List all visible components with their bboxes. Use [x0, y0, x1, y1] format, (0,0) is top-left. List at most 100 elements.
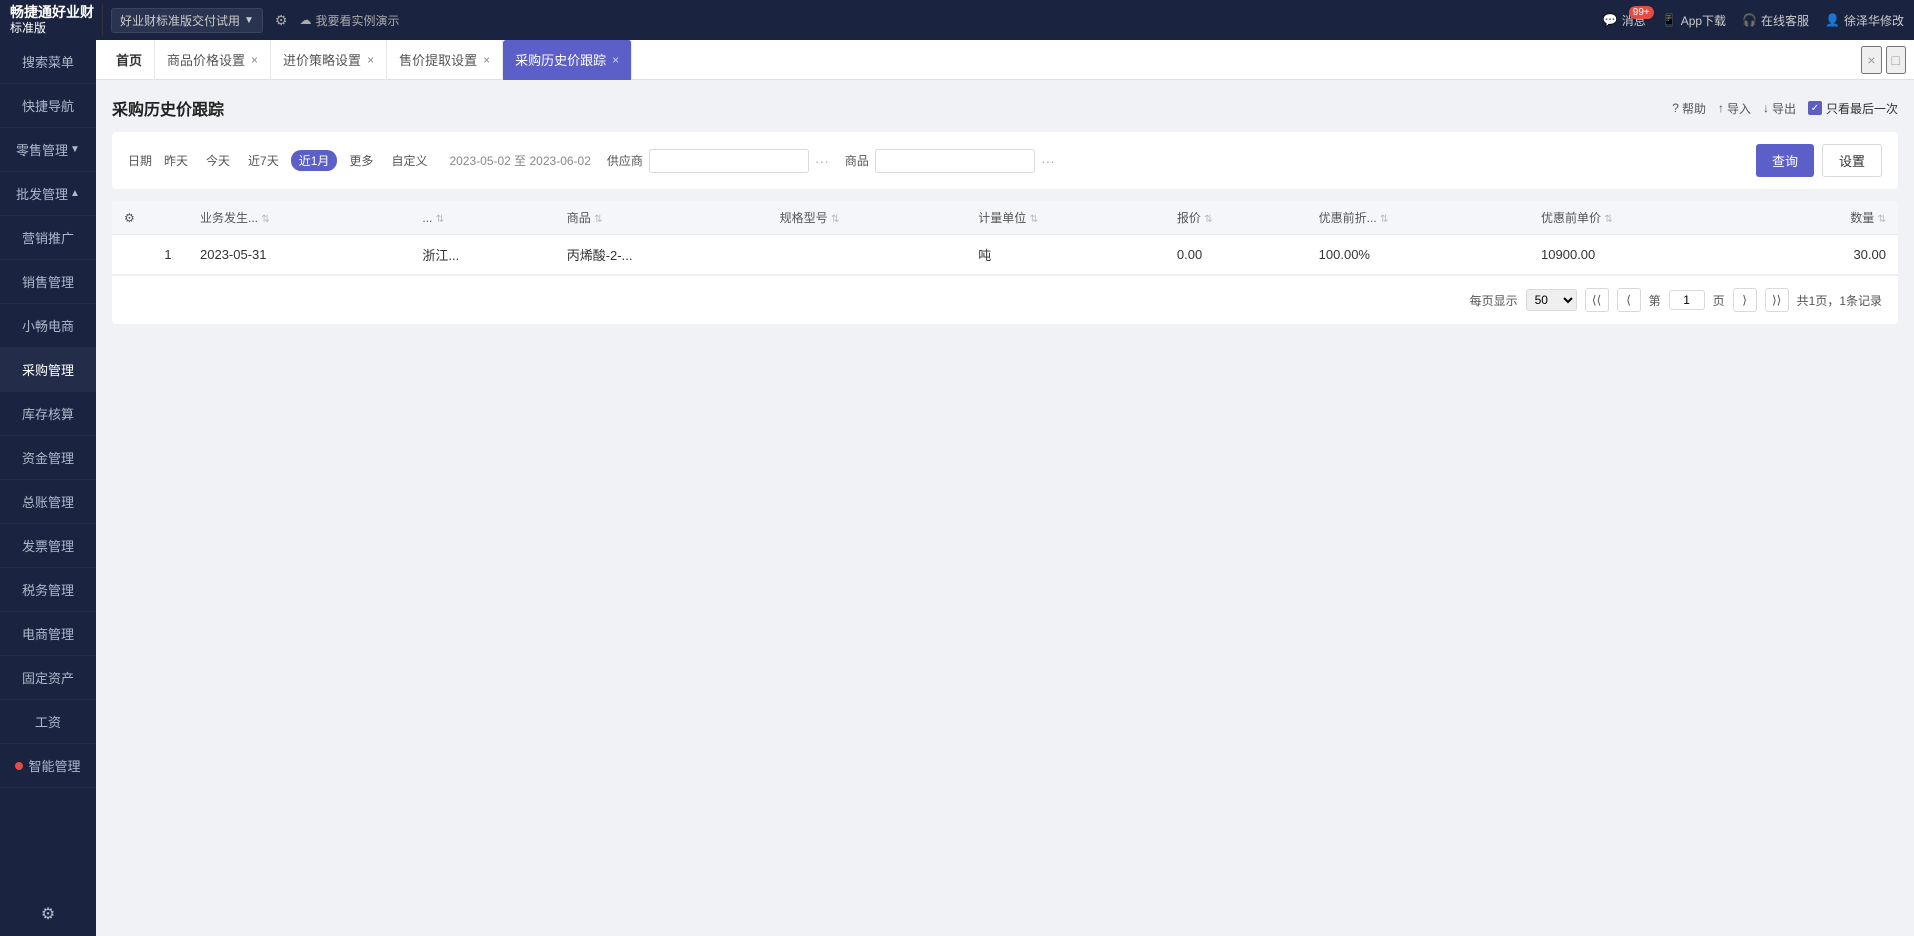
help-button[interactable]: ? 帮助	[1672, 100, 1706, 117]
sidebar-item-salary[interactable]: 工资	[0, 700, 96, 744]
online-service-button[interactable]: 🎧 在线客服	[1742, 12, 1809, 29]
per-page-select[interactable]: 50 20 100	[1526, 289, 1577, 311]
sidebar-label-ecommerce-small: 小畅电商	[4, 316, 92, 335]
page-title: 采购历史价跟踪	[112, 96, 224, 120]
th-quantity[interactable]: 数量 ⇅	[1756, 201, 1898, 235]
sidebar-item-retail[interactable]: 零售管理 ▼	[0, 128, 96, 172]
supplier-input[interactable]	[649, 149, 809, 173]
page-header: 采购历史价跟踪 ? 帮助 ↑ 导入 ↓ 导出 ✓	[112, 96, 1898, 120]
gear-icon[interactable]: ⚙	[124, 211, 135, 225]
message-button[interactable]: 💬 消息 99+	[1603, 12, 1646, 29]
th-pre-discount-price-label: 优惠前单价	[1541, 211, 1601, 225]
sidebar-item-wholesale[interactable]: 批发管理 ▲	[0, 172, 96, 216]
tab-sale[interactable]: 售价提取设置 ×	[387, 40, 503, 80]
app-download-label: App下载	[1681, 12, 1726, 29]
sidebar-item-smart-mgmt[interactable]: 智能管理	[0, 744, 96, 788]
th-quoted-price[interactable]: 报价 ⇅	[1165, 201, 1307, 235]
tab-strategy-label: 进价策略设置	[283, 50, 361, 69]
user-icon: 👤	[1825, 13, 1840, 27]
th-quantity-label: 数量	[1850, 211, 1874, 225]
th-spec[interactable]: 规格型号 ⇅	[768, 201, 967, 235]
sidebar-gear-icon[interactable]: ⚙	[0, 892, 96, 936]
last-page-button[interactable]: ⟩⟩	[1765, 288, 1789, 312]
query-button[interactable]: 查询	[1756, 144, 1814, 177]
sort-icon-discount: ⇅	[1380, 214, 1388, 225]
cell-no: 1	[148, 235, 188, 275]
sort-icon-dots: ⇅	[436, 214, 444, 225]
cell-biz-date: 2023-05-31	[188, 235, 410, 275]
tab-close-all-button[interactable]: ×	[1861, 46, 1881, 74]
sidebar-item-ecommerce[interactable]: 电商管理	[0, 612, 96, 656]
sidebar-item-inventory[interactable]: 库存核算	[0, 392, 96, 436]
th-pre-discount-price[interactable]: 优惠前单价 ⇅	[1529, 201, 1756, 235]
export-button[interactable]: ↓ 导出	[1763, 100, 1796, 117]
next-page-button[interactable]: ⟩	[1733, 288, 1757, 312]
only-last-checkbox[interactable]: ✓ 只看最后一次	[1808, 100, 1898, 117]
close-icon-strategy[interactable]: ×	[367, 53, 374, 67]
first-page-button[interactable]: ⟨⟨	[1585, 288, 1609, 312]
chevron-up-icon-wholesale: ▲	[70, 188, 80, 199]
chevron-down-icon: ▼	[244, 15, 254, 26]
sidebar-item-quick-nav[interactable]: 快捷导航	[0, 84, 96, 128]
tab-maximize-button[interactable]: □	[1886, 46, 1906, 74]
cell-spec	[768, 235, 967, 275]
sidebar-item-finance[interactable]: 资金管理	[0, 436, 96, 480]
date-btn-more[interactable]: 更多	[343, 150, 379, 171]
sidebar-item-sales[interactable]: 销售管理	[0, 260, 96, 304]
supplier-filter-label: 供应商	[607, 152, 643, 169]
date-btn-custom[interactable]: 自定义	[385, 150, 433, 171]
goods-input[interactable]	[875, 149, 1035, 173]
close-icon-purchase-history[interactable]: ×	[612, 53, 619, 67]
sidebar-label-quick-nav: 快捷导航	[4, 96, 92, 115]
app-download-button[interactable]: 📱 App下载	[1662, 12, 1726, 29]
data-table-container: ⚙ 业务发生... ⇅ ... ⇅	[112, 201, 1898, 324]
sidebar-item-accounting[interactable]: 总账管理	[0, 480, 96, 524]
sidebar-item-marketing[interactable]: 营销推广	[0, 216, 96, 260]
tab-strategy[interactable]: 进价策略设置 ×	[271, 40, 387, 80]
sidebar-item-ecommerce-small[interactable]: 小畅电商	[0, 304, 96, 348]
tab-home[interactable]: 首页	[104, 40, 155, 80]
date-btn-1month[interactable]: 近1月	[291, 150, 338, 171]
prev-page-button[interactable]: ⟨	[1617, 288, 1641, 312]
close-icon-price[interactable]: ×	[251, 53, 258, 67]
supplier-dots-icon[interactable]: ···	[815, 153, 829, 169]
date-filter-group: 日期 昨天 今天 近7天 近1月 更多 自定义	[128, 150, 433, 171]
cell-quantity: 30.00	[1756, 235, 1898, 275]
sidebar-item-tax[interactable]: 税务管理	[0, 568, 96, 612]
sidebar-item-search[interactable]: 搜索菜单	[0, 40, 96, 84]
import-button[interactable]: ↑ 导入	[1718, 100, 1751, 117]
sidebar-item-purchase[interactable]: 采购管理	[0, 348, 96, 392]
th-unit-label: 计量单位	[978, 211, 1026, 225]
sort-icon-goods: ⇅	[594, 214, 602, 225]
sidebar-label-purchase: 采购管理	[4, 360, 92, 379]
th-unit[interactable]: 计量单位 ⇅	[966, 201, 1165, 235]
sidebar-item-fixed-assets[interactable]: 固定资产	[0, 656, 96, 700]
settings-icon[interactable]: ⚙	[271, 8, 292, 33]
date-btn-today[interactable]: 今天	[200, 150, 236, 171]
date-btn-7days[interactable]: 近7天	[242, 150, 285, 171]
th-no	[148, 201, 188, 235]
th-discount[interactable]: 优惠前折... ⇅	[1307, 201, 1529, 235]
close-icon-sale[interactable]: ×	[483, 53, 490, 67]
goods-dots-icon[interactable]: ···	[1041, 153, 1055, 169]
th-dots[interactable]: ... ⇅	[410, 201, 554, 235]
import-label: 导入	[1727, 100, 1751, 117]
date-btn-yesterday[interactable]: 昨天	[158, 150, 194, 171]
page-number-input[interactable]	[1669, 290, 1705, 310]
version-selector[interactable]: 好业财标准版交付试用 ▼	[111, 8, 263, 33]
th-biz-date[interactable]: 业务发生... ⇅	[188, 201, 410, 235]
pagination: 每页显示 50 20 100 ⟨⟨ ⟨ 第 页 ⟩ ⟩⟩ 共1页，1条记录	[112, 275, 1898, 324]
demo-link[interactable]: ☁ 我要看实例演示	[299, 12, 399, 29]
cloud-icon: ☁	[299, 13, 311, 27]
table-row: 1 2023-05-31 浙江... 丙烯酸-2-... 吨 0.00 100.…	[112, 235, 1898, 275]
sidebar-item-invoice[interactable]: 发票管理	[0, 524, 96, 568]
user-menu[interactable]: 👤 徐泽华修改	[1825, 12, 1904, 29]
sidebar-label-accounting: 总账管理	[4, 492, 92, 511]
app-logo: 畅捷通好业财 标准版	[10, 4, 103, 35]
settings-button[interactable]: 设置	[1822, 144, 1882, 177]
tab-price[interactable]: 商品价格设置 ×	[155, 40, 271, 80]
tab-purchase-history[interactable]: 采购历史价跟踪 ×	[503, 40, 632, 80]
page-content: 采购历史价跟踪 ? 帮助 ↑ 导入 ↓ 导出 ✓	[96, 80, 1914, 936]
th-goods[interactable]: 商品 ⇅	[555, 201, 768, 235]
sidebar-label-sales: 销售管理	[4, 272, 92, 291]
